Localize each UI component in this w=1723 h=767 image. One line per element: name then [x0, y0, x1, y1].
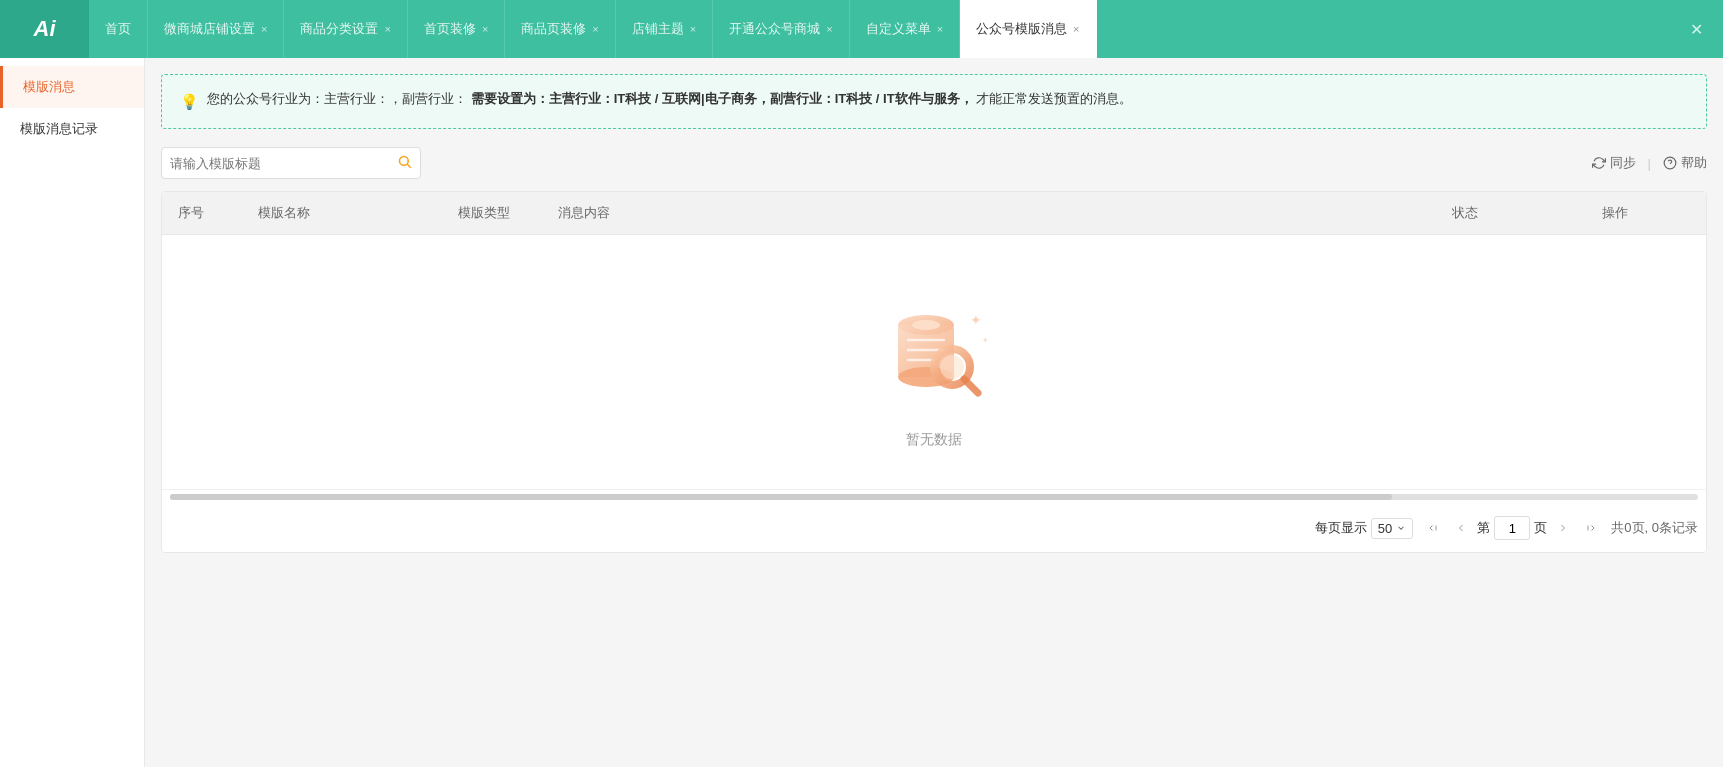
chevron-down-icon	[1396, 523, 1406, 533]
svg-text:✦: ✦	[970, 312, 982, 328]
sidebar-item-template-msg-records[interactable]: 模版消息记录	[0, 108, 144, 150]
nav-tab-shop-theme-label: 店铺主题	[632, 20, 684, 38]
nav-tab-template-msg[interactable]: 公众号模版消息 ×	[960, 0, 1096, 58]
nav-tab-home-label: 首页	[105, 20, 131, 38]
empty-text: 暂无数据	[906, 431, 962, 449]
table-body: ✦ ✦ 暂无数据	[162, 235, 1706, 490]
toolbar: 同步 | 帮助	[161, 147, 1707, 179]
svg-line-1	[407, 164, 410, 167]
nav-tab-product-decoration[interactable]: 商品页装修 ×	[505, 0, 615, 58]
top-navigation: Ai 首页 微商城店铺设置 × 商品分类设置 × 首页装修 × 商品页装修 × …	[0, 0, 1723, 58]
search-input[interactable]	[170, 156, 397, 171]
nav-tab-template-msg-label: 公众号模版消息	[976, 20, 1067, 38]
svg-point-0	[400, 157, 409, 166]
col-header-status: 状态	[1436, 192, 1586, 235]
last-page-button[interactable]	[1579, 516, 1603, 540]
close-icon[interactable]: ×	[592, 23, 598, 35]
nav-tab-home[interactable]: 首页	[89, 0, 148, 58]
empty-state: ✦ ✦ 暂无数据	[162, 235, 1706, 489]
sync-button[interactable]: 同步	[1592, 154, 1636, 172]
nav-tab-open-mall[interactable]: 开通公众号商城 ×	[713, 0, 849, 58]
nav-tab-open-mall-label: 开通公众号商城	[729, 20, 820, 38]
nav-tab-custom-menu-label: 自定义菜单	[866, 20, 931, 38]
col-header-name: 模版名称	[242, 192, 442, 235]
nav-tab-shop-settings-label: 微商城店铺设置	[164, 20, 255, 38]
prev-page-button[interactable]	[1449, 516, 1473, 540]
sidebar-item-template-msg[interactable]: 模版消息	[0, 66, 144, 108]
col-header-content: 消息内容	[542, 192, 1436, 235]
close-icon[interactable]: ×	[261, 23, 267, 35]
nav-tabs-container: 首页 微商城店铺设置 × 商品分类设置 × 首页装修 × 商品页装修 × 店铺主…	[89, 0, 1670, 58]
page-navigation: 第 页	[1421, 516, 1603, 540]
close-icon[interactable]: ×	[826, 23, 832, 35]
nav-tab-category-settings-label: 商品分类设置	[300, 20, 378, 38]
nav-tab-product-decoration-label: 商品页装修	[521, 20, 586, 38]
svg-line-13	[964, 379, 978, 393]
svg-text:✦: ✦	[982, 336, 989, 345]
app-logo: Ai	[0, 0, 89, 58]
nav-tab-shop-theme[interactable]: 店铺主题 ×	[616, 0, 713, 58]
svg-point-12	[940, 355, 964, 379]
col-header-action: 操作	[1586, 192, 1706, 235]
nav-tab-shop-settings[interactable]: 微商城店铺设置 ×	[148, 0, 284, 58]
page-size-selector: 每页显示 50	[1315, 518, 1413, 539]
notice-text: 您的公众号行业为：主营行业：，副营行业： 需要设置为：主营行业：IT科技 / 互…	[207, 89, 1132, 110]
table-header: 序号 模版名称 模版类型 消息内容 状态 操作	[162, 192, 1706, 235]
close-icon[interactable]: ×	[384, 23, 390, 35]
col-header-seq: 序号	[162, 192, 242, 235]
page-number-input[interactable]	[1494, 516, 1530, 540]
notice-banner: 💡 您的公众号行业为：主营行业：，副营行业： 需要设置为：主营行业：IT科技 /…	[161, 74, 1707, 129]
main-layout: 模版消息 模版消息记录 💡 您的公众号行业为：主营行业：，副营行业： 需要设置为…	[0, 58, 1723, 767]
toolbar-right: 同步 | 帮助	[1592, 154, 1707, 172]
close-icon[interactable]: ×	[482, 23, 488, 35]
sidebar: 模版消息 模版消息记录	[0, 58, 145, 767]
help-button[interactable]: 帮助	[1663, 154, 1707, 172]
next-page-button[interactable]	[1551, 516, 1575, 540]
close-icon[interactable]: ×	[690, 23, 696, 35]
nav-tab-home-decoration-label: 首页装修	[424, 20, 476, 38]
data-table-container: 序号 模版名称 模版类型 消息内容 状态 操作	[161, 191, 1707, 553]
content-area: 💡 您的公众号行业为：主营行业：，副营行业： 需要设置为：主营行业：IT科技 /…	[145, 58, 1723, 767]
close-all-button[interactable]: ✕	[1670, 20, 1723, 39]
page-size-dropdown[interactable]: 50	[1371, 518, 1413, 539]
col-header-type: 模版类型	[442, 192, 542, 235]
toolbar-divider: |	[1648, 156, 1651, 171]
pagination: 每页显示 50	[162, 504, 1706, 552]
nav-tab-home-decoration[interactable]: 首页装修 ×	[408, 0, 505, 58]
first-page-button[interactable]	[1421, 516, 1445, 540]
close-icon[interactable]: ×	[1073, 23, 1079, 35]
nav-tab-category-settings[interactable]: 商品分类设置 ×	[284, 0, 407, 58]
table-empty-row: ✦ ✦ 暂无数据	[162, 235, 1706, 490]
search-area	[161, 147, 421, 179]
empty-illustration: ✦ ✦	[874, 295, 994, 415]
bulb-icon: 💡	[180, 90, 199, 114]
close-icon[interactable]: ×	[937, 23, 943, 35]
page-summary: 共0页, 0条记录	[1611, 519, 1698, 537]
data-table: 序号 模版名称 模版类型 消息内容 状态 操作	[162, 192, 1706, 489]
svg-point-7	[912, 320, 940, 330]
horizontal-scrollbar[interactable]	[170, 494, 1698, 500]
search-button[interactable]	[397, 154, 412, 172]
nav-tab-custom-menu[interactable]: 自定义菜单 ×	[850, 0, 960, 58]
